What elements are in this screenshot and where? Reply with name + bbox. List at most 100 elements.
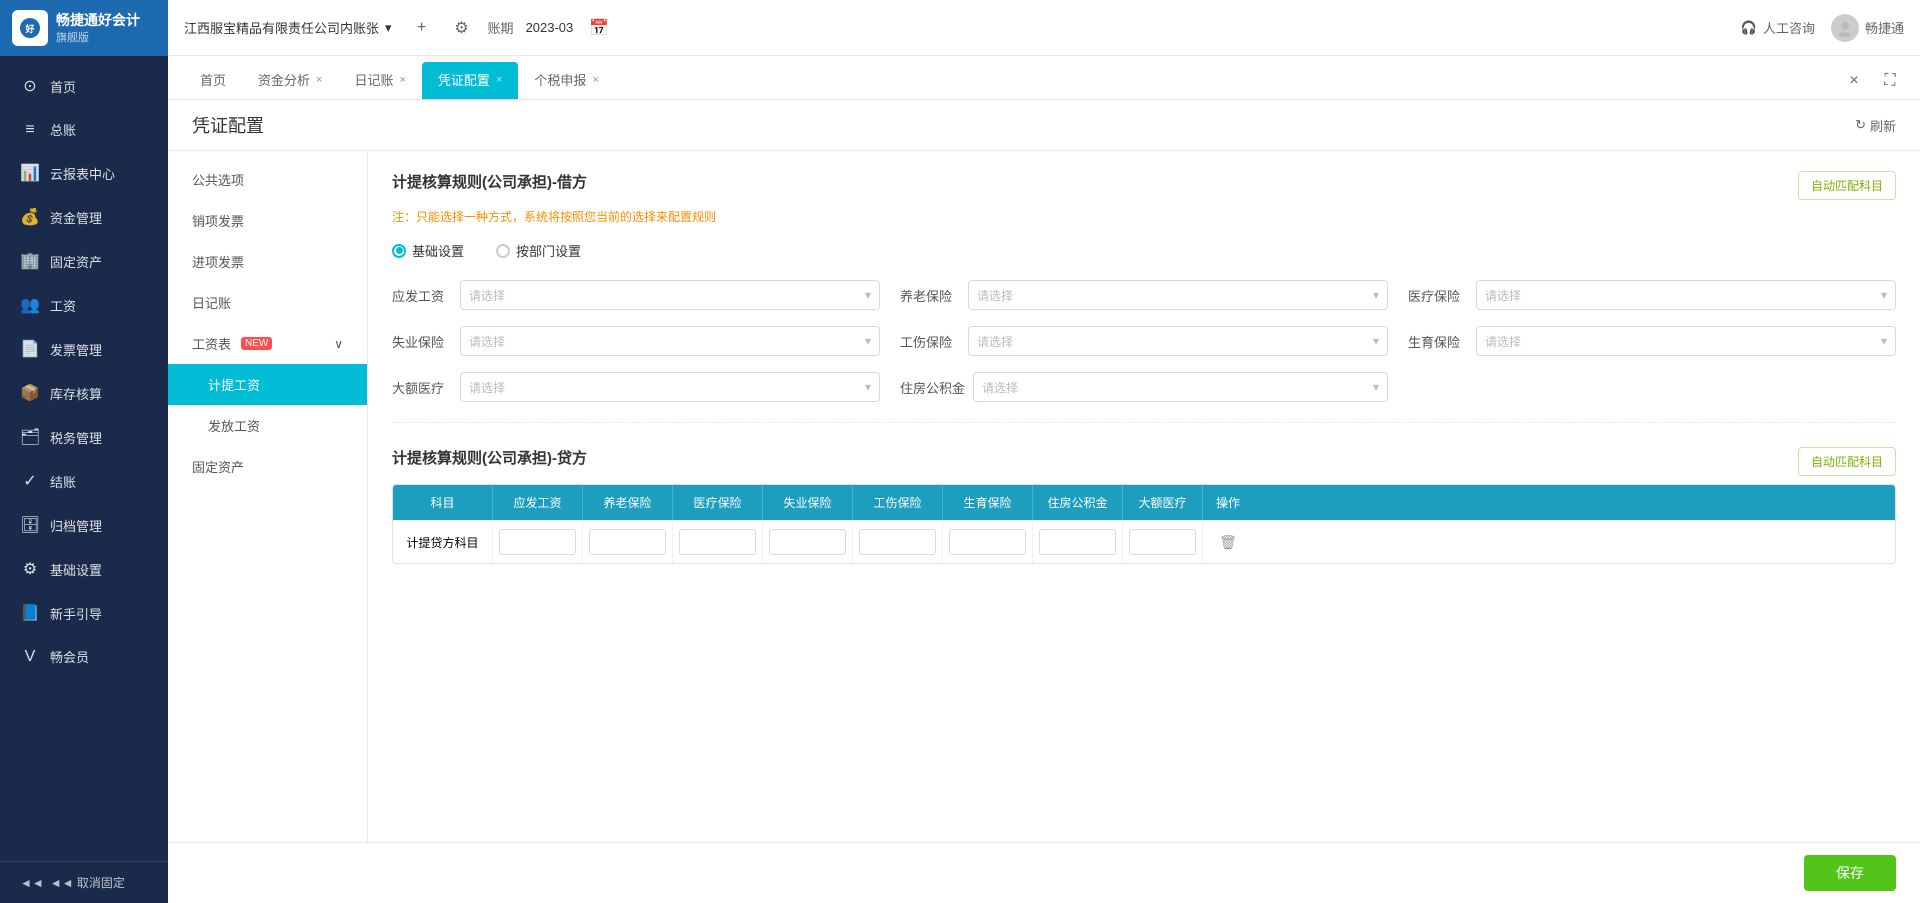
left-nav-fixed-assets[interactable]: 固定资产: [168, 446, 367, 487]
left-nav-public[interactable]: 公共选项: [168, 159, 367, 200]
td-unemployment-input[interactable]: [763, 521, 853, 563]
sidebar-item-固定资产[interactable]: 🏢 固定资产: [0, 239, 168, 283]
nav-icon-首页: ⊙: [20, 76, 40, 96]
sidebar-item-畅会员[interactable]: V 畅会员: [0, 635, 168, 678]
left-nav-pay-salary[interactable]: 发放工资: [168, 405, 367, 446]
tab-maximize-button[interactable]: ⛶: [1876, 67, 1904, 95]
sidebar-item-税务管理[interactable]: 🗂 税务管理: [0, 415, 168, 459]
sidebar-item-结账[interactable]: ✓ 结账: [0, 459, 168, 503]
sidebar: 好 畅捷通好会计 旗舰版 ⊙ 首页 ≡ 总账 📊 云报表中心 💰 资金管理 🏢 …: [0, 0, 168, 903]
select-unemployment[interactable]: 请选择 ▾: [460, 326, 880, 356]
calendar-button[interactable]: 📅: [585, 14, 613, 42]
field-housing-label: 住房公积金: [900, 378, 965, 397]
debit-title: 计提核算规则(公司承担)-借方: [392, 171, 587, 192]
td-maternity-input[interactable]: [943, 521, 1033, 563]
tab-tax[interactable]: 个税申报 ×: [518, 62, 614, 99]
select-pension[interactable]: 请选择 ▾: [968, 280, 1388, 310]
page-content: 凭证配置 ↻ 刷新 公共选项 销项发票 进项发票 日记账: [168, 100, 1920, 903]
input-maternity[interactable]: [949, 529, 1026, 555]
sidebar-item-归档管理[interactable]: 🗄 归档管理: [0, 503, 168, 547]
field-housing-fund: 住房公积金 请选择 ▾: [900, 372, 1388, 402]
nav-icon-基础设置: ⚙: [20, 559, 40, 579]
debit-auto-match-button[interactable]: 自动匹配科目: [1798, 171, 1896, 200]
refresh-button[interactable]: ↻ 刷新: [1855, 116, 1896, 135]
add-button[interactable]: +: [408, 14, 436, 42]
support-item[interactable]: 🎧 人工咨询: [1741, 18, 1815, 37]
radio-basic[interactable]: 基础设置: [392, 241, 464, 260]
tab-voucher-config[interactable]: 凭证配置 ×: [422, 62, 518, 99]
delete-row-icon[interactable]: 🗑: [1219, 534, 1237, 551]
th-medical: 医疗保险: [673, 485, 763, 520]
input-large-medical[interactable]: [1129, 529, 1196, 555]
nav-icon-资金管理: 💰: [20, 207, 40, 227]
td-work-injury-input[interactable]: [853, 521, 943, 563]
left-nav-sales-invoice[interactable]: 销项发票: [168, 200, 367, 241]
field-medical-label: 医疗保险: [1408, 286, 1468, 305]
user-item[interactable]: 畅捷通: [1831, 14, 1904, 42]
headset-icon: 🎧: [1741, 20, 1757, 36]
select-large-medical[interactable]: 请选择 ▾: [460, 372, 880, 402]
nav-icon-畅会员: V: [20, 648, 40, 666]
td-housing-input[interactable]: [1033, 521, 1123, 563]
tab-tax-close[interactable]: ×: [592, 74, 598, 86]
sidebar-item-云报表中心[interactable]: 📊 云报表中心: [0, 151, 168, 195]
td-gross-input[interactable]: [493, 521, 583, 563]
input-housing[interactable]: [1039, 529, 1116, 555]
field-medical: 医疗保险 请选择 ▾: [1408, 280, 1896, 310]
nav-label-工资: 工资: [50, 296, 76, 315]
sidebar-item-总账[interactable]: ≡ 总账: [0, 108, 168, 151]
input-medical[interactable]: [679, 529, 756, 555]
tab-voucher-close[interactable]: ×: [496, 74, 502, 86]
sidebar-item-资金管理[interactable]: 💰 资金管理: [0, 195, 168, 239]
tab-capital-close[interactable]: ×: [316, 74, 322, 86]
company-selector[interactable]: 江西服宝精品有限责任公司内账张 ▾: [184, 18, 392, 37]
credit-auto-match-button[interactable]: 自动匹配科目: [1798, 447, 1896, 476]
tab-tax-label: 个税申报: [534, 70, 586, 89]
radio-department[interactable]: 按部门设置: [496, 241, 581, 260]
input-work-injury[interactable]: [859, 529, 936, 555]
select-housing-fund[interactable]: 请选择 ▾: [973, 372, 1388, 402]
left-nav-purchase-invoice[interactable]: 进项发票: [168, 241, 367, 282]
tab-journal-close[interactable]: ×: [399, 74, 405, 86]
sidebar-item-新手引导[interactable]: 📘 新手引导: [0, 591, 168, 635]
td-large-medical-input[interactable]: [1123, 521, 1203, 563]
sidebar-footer-cancel[interactable]: ◄◄ ◄◄ 取消固定: [0, 861, 168, 903]
td-pension-input[interactable]: [583, 521, 673, 563]
tab-home[interactable]: 首页: [184, 62, 242, 99]
tab-capital-analysis[interactable]: 资金分析 ×: [242, 62, 338, 99]
th-gross: 应发工资: [493, 485, 583, 520]
input-unemployment[interactable]: [769, 529, 846, 555]
tab-close-all-button[interactable]: ×: [1840, 67, 1868, 95]
sidebar-item-首页[interactable]: ⊙ 首页: [0, 64, 168, 108]
left-nav-journal[interactable]: 日记账: [168, 282, 367, 323]
tab-journal[interactable]: 日记账 ×: [338, 62, 421, 99]
sidebar-item-工资[interactable]: 👥 工资: [0, 283, 168, 327]
select-work-injury[interactable]: 请选择 ▾: [968, 326, 1388, 356]
radio-basic-label: 基础设置: [412, 241, 464, 260]
refresh-label: 刷新: [1870, 116, 1896, 135]
select-gross-salary[interactable]: 请选择 ▾: [460, 280, 880, 310]
nav-icon-归档管理: 🗄: [20, 515, 40, 535]
sidebar-item-发票管理[interactable]: 📄 发票管理: [0, 327, 168, 371]
input-gross[interactable]: [499, 529, 576, 555]
td-delete[interactable]: 🗑: [1203, 521, 1253, 563]
select-large-medical-placeholder: 请选择: [469, 379, 505, 396]
input-pension[interactable]: [589, 529, 666, 555]
select-maternity[interactable]: 请选择 ▾: [1476, 326, 1896, 356]
left-nav-accrue-salary[interactable]: 计提工资: [168, 364, 367, 405]
select-housing-arrow: ▾: [1373, 380, 1379, 394]
field-gross-label: 应发工资: [392, 286, 452, 305]
select-medical[interactable]: 请选择 ▾: [1476, 280, 1896, 310]
user-label: 畅捷通: [1865, 18, 1904, 37]
sidebar-item-基础设置[interactable]: ⚙ 基础设置: [0, 547, 168, 591]
td-medical-input[interactable]: [673, 521, 763, 563]
sidebar-item-库存核算[interactable]: 📦 库存核算: [0, 371, 168, 415]
nav-label-云报表中心: 云报表中心: [50, 164, 115, 183]
left-nav-accrue-label: 计提工资: [208, 375, 260, 394]
select-work-injury-arrow: ▾: [1373, 334, 1379, 348]
left-nav-salary-table[interactable]: 工资表 NEW ∨: [168, 323, 367, 364]
settings-button[interactable]: ⚙: [448, 14, 476, 42]
nav-icon-工资: 👥: [20, 295, 40, 315]
sidebar-logo: 好 畅捷通好会计 旗舰版: [0, 0, 168, 56]
save-button[interactable]: 保存: [1804, 855, 1896, 891]
